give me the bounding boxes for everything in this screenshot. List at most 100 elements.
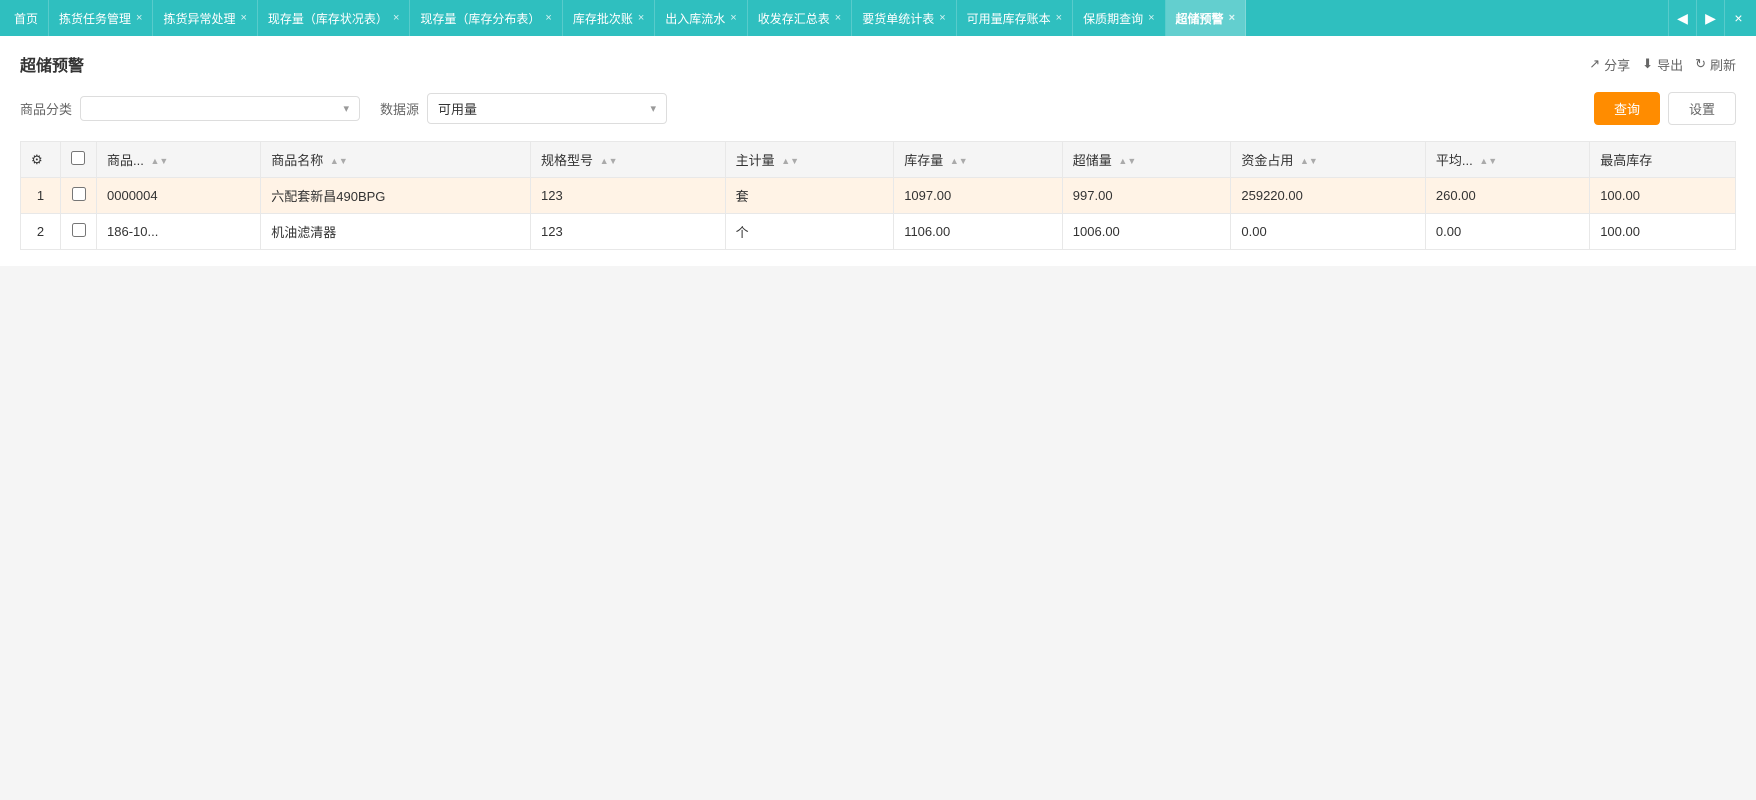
- row-max-stock-0: 100.00: [1590, 178, 1736, 214]
- nav-tab-6[interactable]: 收发存汇总表 ×: [748, 0, 852, 36]
- col-spec[interactable]: 规格型号 ▲▼: [531, 142, 726, 178]
- nav-right-icon: ▶: [1705, 10, 1716, 27]
- nav-tab-8[interactable]: 可用量库存账本 ×: [957, 0, 1073, 36]
- table-row: 1 0000004 六配套新昌490BPG 123 套 1097.00 997.…: [21, 178, 1736, 214]
- col-stock[interactable]: 库存量 ▲▼: [894, 142, 1063, 178]
- nav-tab-0[interactable]: 拣货任务管理 ×: [49, 0, 153, 36]
- row-capital-use-0: 259220.00: [1231, 178, 1426, 214]
- nav-tab-4[interactable]: 库存批次账 ×: [563, 0, 655, 36]
- row-checkbox-1[interactable]: [61, 214, 97, 250]
- category-filter: 商品分类 ▾: [20, 96, 360, 121]
- nav-tab-7[interactable]: 要货单统计表 ×: [852, 0, 956, 36]
- export-button[interactable]: ⬇ 导出: [1642, 55, 1683, 74]
- nav-tab-2[interactable]: 现存量（库存状况表） ×: [258, 0, 410, 36]
- nav-tab-9[interactable]: 保质期查询 ×: [1073, 0, 1165, 36]
- row-max-stock-1: 100.00: [1590, 214, 1736, 250]
- main-content: 超储预警 ↗ 分享 ⬇ 导出 ↻ 刷新 商品分类 ▾ 数据源: [0, 36, 1756, 266]
- row-select-0[interactable]: [72, 187, 86, 201]
- nav-left-icon: ◀: [1677, 10, 1688, 27]
- settings-button[interactable]: 设置: [1668, 92, 1736, 125]
- category-chevron-icon: ▾: [343, 102, 349, 115]
- row-product-name-0: 六配套新昌490BPG: [261, 178, 531, 214]
- query-button[interactable]: 查询: [1594, 92, 1660, 125]
- select-all-checkbox[interactable]: [71, 151, 85, 165]
- row-select-1[interactable]: [72, 223, 86, 237]
- share-button[interactable]: ↗ 分享: [1589, 55, 1630, 74]
- row-unit-0: 套: [725, 178, 894, 214]
- close-icon-0[interactable]: ×: [136, 12, 142, 24]
- header-actions: ↗ 分享 ⬇ 导出 ↻ 刷新: [1589, 55, 1736, 74]
- row-over-stock-0: 997.00: [1062, 178, 1231, 214]
- sort-icon-product-code: ▲▼: [150, 157, 168, 166]
- tab-label-1: 拣货异常处理: [163, 10, 235, 27]
- category-select[interactable]: ▾: [80, 96, 360, 121]
- tab-label-9: 保质期查询: [1083, 10, 1143, 27]
- close-icon-2[interactable]: ×: [393, 12, 399, 24]
- nav-tab-home[interactable]: 首页: [4, 0, 49, 36]
- datasource-filter: 数据源 可用量 ▾: [380, 93, 667, 124]
- nav-tab-1[interactable]: 拣货异常处理 ×: [153, 0, 257, 36]
- col-max-stock[interactable]: 最高库存: [1590, 142, 1736, 178]
- nav-prev-button[interactable]: ◀: [1668, 0, 1696, 36]
- refresh-button[interactable]: ↻ 刷新: [1695, 55, 1736, 74]
- tab-label-5: 出入库流水: [665, 10, 725, 27]
- nav-close-icon: ×: [1734, 10, 1742, 26]
- close-icon-3[interactable]: ×: [545, 12, 551, 24]
- nav-next-button[interactable]: ▶: [1696, 0, 1724, 36]
- col-product-code[interactable]: 商品... ▲▼: [97, 142, 261, 178]
- row-spec-0: 123: [531, 178, 726, 214]
- tab-label-8: 可用量库存账本: [967, 10, 1051, 27]
- nav-tab-3[interactable]: 现存量（库存分布表） ×: [410, 0, 562, 36]
- datasource-label: 数据源: [380, 99, 419, 118]
- row-spec-1: 123: [531, 214, 726, 250]
- filter-row: 商品分类 ▾ 数据源 可用量 ▾ 查询 设置: [20, 92, 1736, 125]
- category-label: 商品分类: [20, 99, 72, 118]
- tab-label-6: 收发存汇总表: [758, 10, 830, 27]
- col-product-code-label: 商品...: [107, 153, 144, 168]
- sort-icon-spec: ▲▼: [600, 157, 618, 166]
- sort-icon-product-name: ▲▼: [330, 157, 348, 166]
- close-icon-9[interactable]: ×: [1148, 12, 1154, 24]
- close-icon-7[interactable]: ×: [939, 12, 945, 24]
- datasource-chevron-icon: ▾: [651, 102, 657, 115]
- row-product-name-1: 机油滤清器: [261, 214, 531, 250]
- col-gear[interactable]: ⚙: [21, 142, 61, 178]
- tab-label-4: 库存批次账: [573, 10, 633, 27]
- close-icon-8[interactable]: ×: [1056, 12, 1062, 24]
- tab-label-7: 要货单统计表: [862, 10, 934, 27]
- refresh-label: 刷新: [1710, 55, 1736, 74]
- filter-actions: 查询 设置: [1594, 92, 1736, 125]
- tab-label-2: 现存量（库存状况表）: [268, 10, 388, 27]
- sort-icon-avg: ▲▼: [1479, 157, 1497, 166]
- row-product-code-1: 186-10...: [97, 214, 261, 250]
- nav-tab-5[interactable]: 出入库流水 ×: [655, 0, 747, 36]
- row-capital-use-1: 0.00: [1231, 214, 1426, 250]
- col-avg[interactable]: 平均... ▲▼: [1425, 142, 1589, 178]
- table-row: 2 186-10... 机油滤清器 123 个 1106.00 1006.00 …: [21, 214, 1736, 250]
- col-product-name[interactable]: 商品名称 ▲▼: [261, 142, 531, 178]
- row-checkbox-0[interactable]: [61, 178, 97, 214]
- share-icon: ↗: [1589, 56, 1600, 72]
- nav-tab-10[interactable]: 超储预警 ×: [1166, 0, 1246, 36]
- close-icon-6[interactable]: ×: [835, 12, 841, 24]
- col-capital-use[interactable]: 资金占用 ▲▼: [1231, 142, 1426, 178]
- close-icon-10[interactable]: ×: [1229, 12, 1235, 24]
- col-select-all[interactable]: [61, 142, 97, 178]
- tab-label-3: 现存量（库存分布表）: [420, 10, 540, 27]
- sort-icon-stock: ▲▼: [950, 157, 968, 166]
- col-over-stock[interactable]: 超储量 ▲▼: [1062, 142, 1231, 178]
- col-unit[interactable]: 主计量 ▲▼: [725, 142, 894, 178]
- share-label: 分享: [1604, 55, 1630, 74]
- close-icon-4[interactable]: ×: [638, 12, 644, 24]
- nav-close-all-button[interactable]: ×: [1724, 0, 1752, 36]
- row-over-stock-1: 1006.00: [1062, 214, 1231, 250]
- col-product-name-label: 商品名称: [271, 153, 323, 168]
- col-capital-use-label: 资金占用: [1241, 153, 1293, 168]
- sort-icon-unit: ▲▼: [781, 157, 799, 166]
- row-stock-1: 1106.00: [894, 214, 1063, 250]
- row-unit-1: 个: [725, 214, 894, 250]
- close-icon-5[interactable]: ×: [730, 12, 736, 24]
- col-unit-label: 主计量: [736, 153, 775, 168]
- close-icon-1[interactable]: ×: [240, 12, 246, 24]
- datasource-select[interactable]: 可用量 ▾: [427, 93, 667, 124]
